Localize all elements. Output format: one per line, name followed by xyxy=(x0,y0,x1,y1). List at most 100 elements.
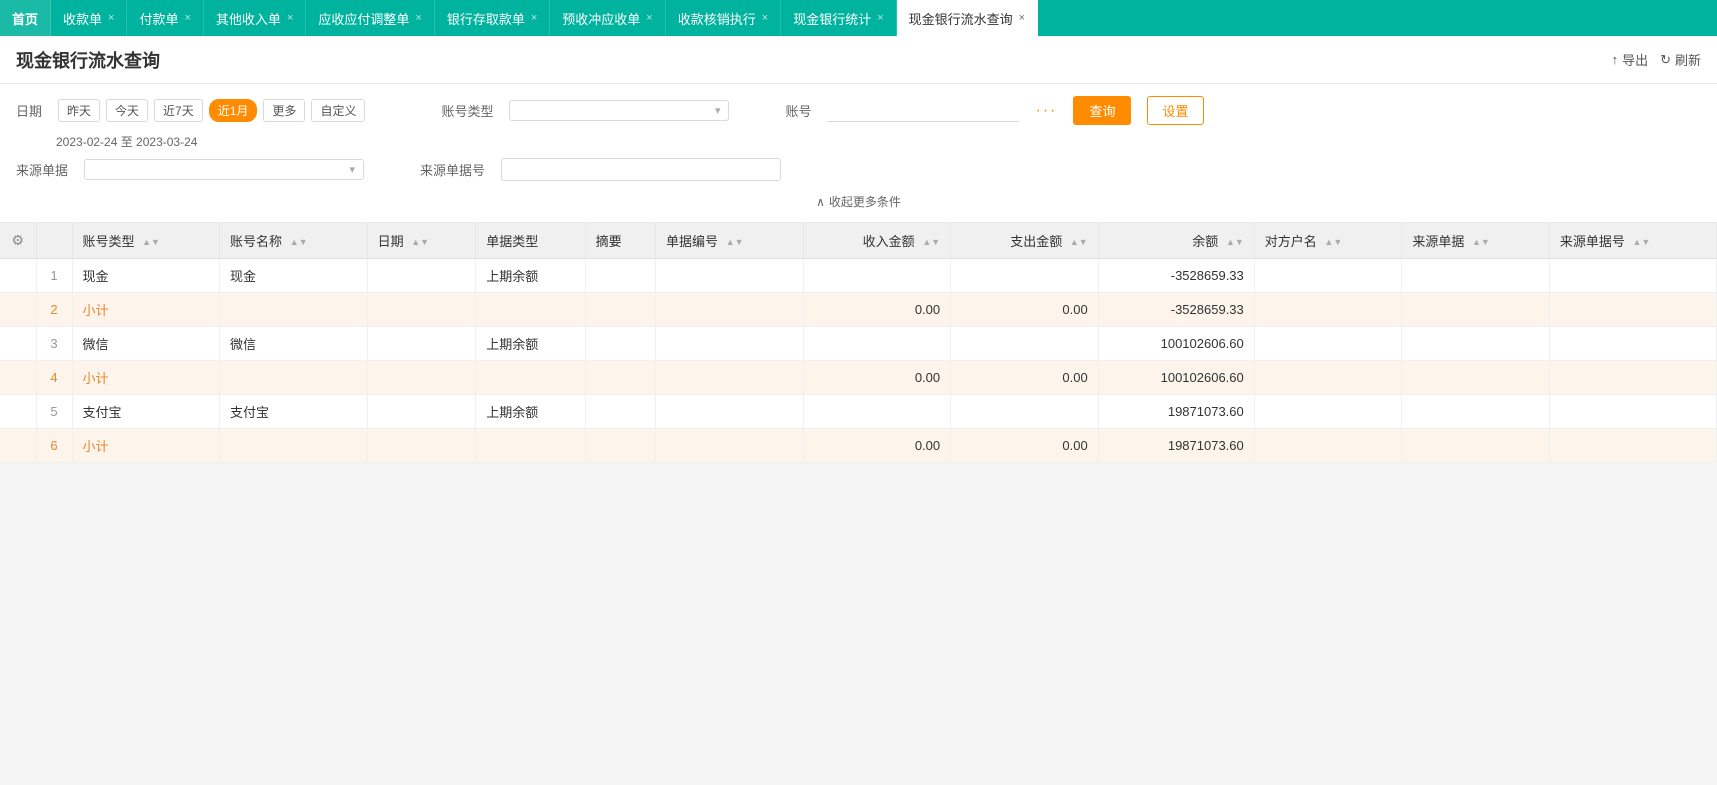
date-btn-1month[interactable]: 近1月 xyxy=(209,99,258,122)
account-type-select[interactable]: ▾ xyxy=(509,100,729,121)
nav-item-cash-bank-stat[interactable]: 现金银行统计 × xyxy=(781,0,896,36)
data-table: ⚙ 账号类型 ▲▼ 账号名称 ▲▼ 日期 ▲▼ 单据类型 摘要 单 xyxy=(0,223,1717,463)
row-income: 0.00 xyxy=(803,361,951,395)
row-source-doc xyxy=(1402,429,1550,463)
table-row: 6 小计 0.00 0.00 19871073.60 xyxy=(0,429,1717,463)
row-account-name xyxy=(220,293,368,327)
row-num-cell: 4 xyxy=(36,361,72,395)
th-account-type[interactable]: 账号类型 ▲▼ xyxy=(72,223,220,259)
filter-row-2: 来源单据 ▾ 来源单据号 xyxy=(16,158,1701,181)
dots-button[interactable]: ··· xyxy=(1035,102,1057,120)
date-btn-more[interactable]: 更多 xyxy=(263,99,305,122)
row-source-doc xyxy=(1402,259,1550,293)
row-account-type: 支付宝 xyxy=(72,395,220,429)
th-counterpart[interactable]: 对方户名 ▲▼ xyxy=(1254,223,1402,259)
page-title: 现金银行流水查询 xyxy=(16,47,160,73)
row-source-doc-no xyxy=(1549,259,1716,293)
filter-area: 日期 昨天 今天 近7天 近1月 更多 自定义 账号类型 ▾ 账号 ··· 查询… xyxy=(0,84,1717,223)
close-icon[interactable]: × xyxy=(1019,12,1025,24)
row-account-name: 支付宝 xyxy=(220,395,368,429)
row-counterpart xyxy=(1254,395,1402,429)
close-icon[interactable]: × xyxy=(184,12,190,24)
nav-item-prepay-offset[interactable]: 预收冲应收单 × xyxy=(550,0,665,36)
row-doc-type: 上期余额 xyxy=(476,259,585,293)
row-account-name xyxy=(220,361,368,395)
date-btn-yesterday[interactable]: 昨天 xyxy=(58,99,100,122)
th-expense[interactable]: 支出金额 ▲▼ xyxy=(951,223,1099,259)
close-icon[interactable]: × xyxy=(531,12,537,24)
row-num-cell: 1 xyxy=(36,259,72,293)
date-btn-7days[interactable]: 近7天 xyxy=(154,99,203,122)
table-row: 4 小计 0.00 0.00 100102606.60 xyxy=(0,361,1717,395)
th-gear[interactable]: ⚙ xyxy=(0,223,36,259)
row-balance: 19871073.60 xyxy=(1098,429,1254,463)
th-date[interactable]: 日期 ▲▼ xyxy=(367,223,476,259)
th-doc-no[interactable]: 单据编号 ▲▼ xyxy=(656,223,804,259)
th-source-doc-no[interactable]: 来源单据号 ▲▼ xyxy=(1549,223,1716,259)
row-num-cell: 5 xyxy=(36,395,72,429)
account-input[interactable] xyxy=(827,100,1019,122)
th-income[interactable]: 收入金额 ▲▼ xyxy=(803,223,951,259)
nav-item-receipts[interactable]: 收款单 × xyxy=(51,0,127,36)
row-income xyxy=(803,259,951,293)
row-date xyxy=(367,293,476,327)
table-container: ⚙ 账号类型 ▲▼ 账号名称 ▲▼ 日期 ▲▼ 单据类型 摘要 单 xyxy=(0,223,1717,463)
account-type-label: 账号类型 xyxy=(441,101,493,120)
nav-item-collection-exec[interactable]: 收款核销执行 × xyxy=(666,0,781,36)
export-button[interactable]: ↑ 导出 xyxy=(1612,50,1649,69)
nav-item-payments[interactable]: 付款单 × xyxy=(127,0,203,36)
row-account-type: 小计 xyxy=(72,293,220,327)
row-gear-cell xyxy=(0,429,36,463)
source-doc-no-label: 来源单据号 xyxy=(420,160,485,179)
close-icon[interactable]: × xyxy=(646,12,652,24)
sort-icon: ▲▼ xyxy=(922,238,940,247)
th-doc-type: 单据类型 xyxy=(476,223,585,259)
row-num-cell: 6 xyxy=(36,429,72,463)
page-header: 现金银行流水查询 ↑ 导出 ↻ 刷新 xyxy=(0,36,1717,84)
row-counterpart xyxy=(1254,361,1402,395)
table-row: 2 小计 0.00 0.00 -3528659.33 xyxy=(0,293,1717,327)
th-balance[interactable]: 余额 ▲▼ xyxy=(1098,223,1254,259)
th-source-doc[interactable]: 来源单据 ▲▼ xyxy=(1402,223,1550,259)
source-doc-no-input[interactable] xyxy=(501,158,781,181)
row-gear-cell xyxy=(0,327,36,361)
sort-icon: ▲▼ xyxy=(1070,238,1088,247)
row-balance: -3528659.33 xyxy=(1098,259,1254,293)
nav-item-home[interactable]: 首页 xyxy=(0,0,51,36)
row-doc-type: 上期余额 xyxy=(476,327,585,361)
nav-item-ar-adjust[interactable]: 应收应付调整单 × xyxy=(306,0,434,36)
nav-item-cash-bank-flow[interactable]: 现金银行流水查询 × xyxy=(897,0,1038,36)
row-date xyxy=(367,327,476,361)
row-income xyxy=(803,327,951,361)
date-label: 日期 xyxy=(16,101,42,120)
row-expense: 0.00 xyxy=(951,361,1099,395)
query-button[interactable]: 查询 xyxy=(1073,96,1131,125)
settings-button[interactable]: 设置 xyxy=(1147,96,1203,125)
collapse-bar[interactable]: ∧ 收起更多条件 xyxy=(16,189,1701,210)
th-account-name[interactable]: 账号名称 ▲▼ xyxy=(220,223,368,259)
close-icon[interactable]: × xyxy=(415,12,421,24)
close-icon[interactable]: × xyxy=(762,12,768,24)
source-doc-select[interactable]: ▾ xyxy=(84,159,364,180)
row-summary xyxy=(585,361,655,395)
close-icon[interactable]: × xyxy=(108,12,114,24)
nav-item-other-income[interactable]: 其他收入单 × xyxy=(204,0,306,36)
row-doc-no xyxy=(656,327,804,361)
row-summary xyxy=(585,293,655,327)
row-doc-no xyxy=(656,361,804,395)
date-btn-custom[interactable]: 自定义 xyxy=(311,99,365,122)
row-balance: -3528659.33 xyxy=(1098,293,1254,327)
nav-item-bank-deposit[interactable]: 银行存取款单 × xyxy=(435,0,550,36)
gear-icon: ⚙ xyxy=(11,232,24,248)
row-balance: 100102606.60 xyxy=(1098,361,1254,395)
row-account-type: 小计 xyxy=(72,361,220,395)
refresh-button[interactable]: ↻ 刷新 xyxy=(1660,50,1701,69)
row-counterpart xyxy=(1254,259,1402,293)
row-source-doc xyxy=(1402,293,1550,327)
chevron-down-icon-2: ▾ xyxy=(349,163,355,176)
close-icon[interactable]: × xyxy=(287,12,293,24)
close-icon[interactable]: × xyxy=(877,12,883,24)
date-btn-today[interactable]: 今天 xyxy=(106,99,148,122)
row-date xyxy=(367,429,476,463)
sort-icon: ▲▼ xyxy=(290,238,308,247)
